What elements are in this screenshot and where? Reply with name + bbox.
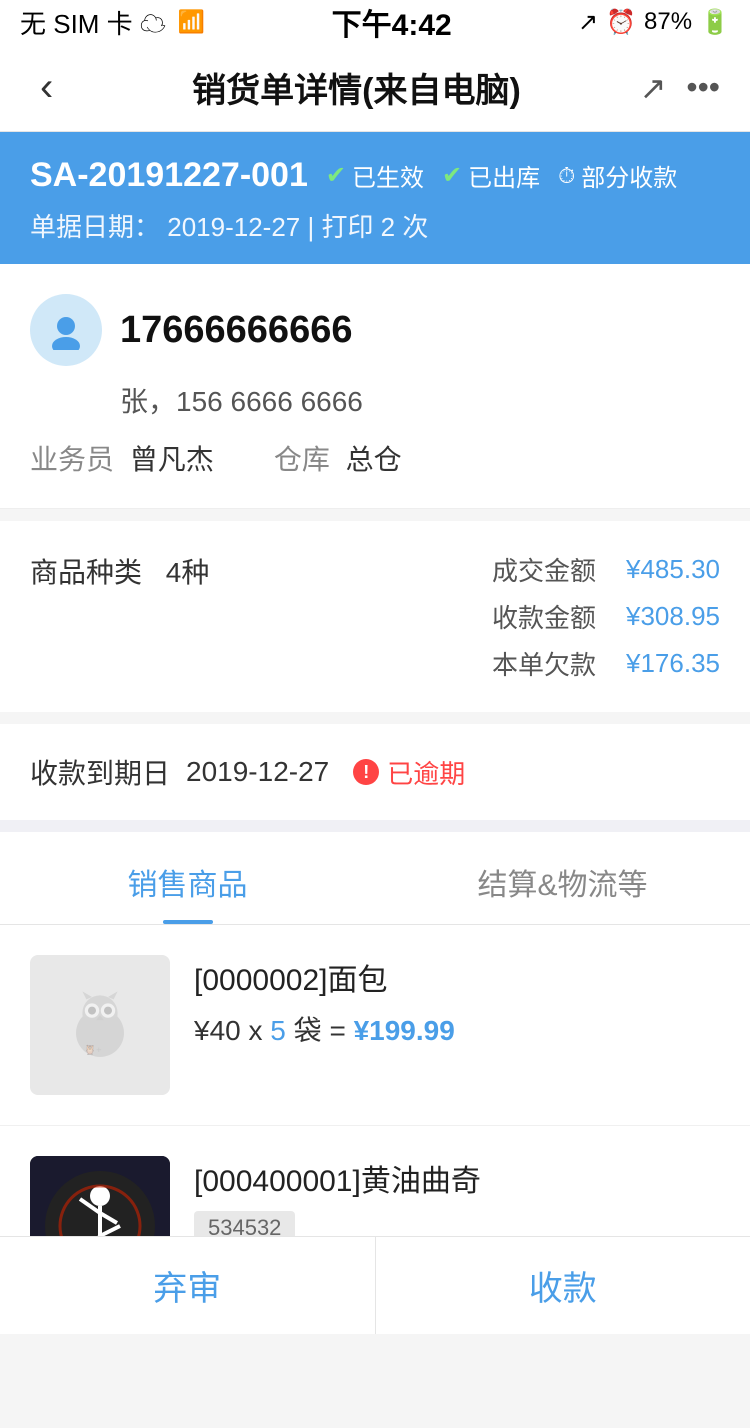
battery-level: 87% xyxy=(644,8,692,36)
share-icon[interactable]: ↗︎ xyxy=(640,69,667,107)
salesperson-label: 业务员 xyxy=(30,444,114,475)
list-item: 🦉+ [0000002]面包 ¥40 x 5 袋 = ¥199.99 xyxy=(0,925,750,1126)
product-quantity: 5 xyxy=(270,1015,286,1046)
product-name: [0000002]面包 xyxy=(194,955,720,999)
status-time: 下午4:42 xyxy=(332,0,452,44)
order-header-banner: SA-20191227-001 ✔ 已生效 ✔ 已出库 ⏱ 部分收款 单据日期：… xyxy=(0,132,750,264)
product-total: ¥199.99 xyxy=(354,1015,455,1046)
equals-symbol: = xyxy=(329,1015,353,1046)
product-thumbnail: 🦉+ xyxy=(30,955,170,1095)
svg-text:🦉+: 🦉+ xyxy=(84,1044,102,1056)
checkmark2-icon: ✔ xyxy=(442,161,462,190)
reject-button[interactable]: 弃审 xyxy=(0,1237,376,1334)
user-avatar-icon xyxy=(46,310,86,350)
tab-settlement[interactable]: 结算&物流等 xyxy=(375,832,750,924)
customer-name-phone: 张，156 6666 6666 xyxy=(30,380,720,420)
stats-left: 商品种类 4种 xyxy=(30,551,209,591)
received-value: ¥308.95 xyxy=(626,601,720,632)
customer-meta: 业务员 曾凡杰 仓库 总仓 xyxy=(30,438,720,478)
status-left: 无 SIM 卡 ☁ 📶 xyxy=(20,4,205,41)
due-section: 收款到期日 2019-12-27 ! 已逾期 xyxy=(0,724,750,832)
overdue-badge: ! 已逾期 xyxy=(353,754,465,791)
received-label: 收款金额 xyxy=(492,598,596,635)
customer-section: 17666666666 张，156 6666 6666 业务员 曾凡杰 仓库 总… xyxy=(0,264,750,509)
overdue-dot-icon: ! xyxy=(353,759,379,785)
status-partial-label: 部分收款 xyxy=(581,158,677,193)
print-info: | 打印 2 次 xyxy=(307,212,428,242)
product-price-row: ¥40 x 5 袋 = ¥199.99 xyxy=(194,1009,720,1049)
salesperson-value: 曾凡杰 xyxy=(130,444,214,475)
product-info: [0000002]面包 ¥40 x 5 袋 = ¥199.99 xyxy=(194,955,720,1049)
checkmark-icon: ✔ xyxy=(326,161,346,190)
status-bar: 无 SIM 卡 ☁ 📶 下午4:42 ↗ ⏰ 87% 🔋 xyxy=(0,0,750,44)
warehouse-label: 仓库 xyxy=(274,444,330,475)
due-date-value: 2019-12-27 xyxy=(186,756,329,788)
clock-icon: ⏱ xyxy=(558,163,575,189)
status-partial: ⏱ 部分收款 xyxy=(558,158,677,193)
order-id: SA-20191227-001 xyxy=(30,156,308,195)
category-label: 商品种类 xyxy=(30,557,142,588)
warehouse-field: 仓库 总仓 xyxy=(274,438,402,478)
customer-phone: 17666666666 xyxy=(120,309,352,352)
wifi-icon: 📶 xyxy=(178,9,205,35)
amount-label: 成交金额 xyxy=(492,551,596,588)
stats-section: 商品种类 4种 成交金额 ¥485.30 收款金额 ¥308.95 本单欠款 ¥… xyxy=(0,509,750,724)
page-title: 销货单详情(来自电脑) xyxy=(123,63,589,112)
more-icon[interactable]: ••• xyxy=(686,69,720,106)
owl-icon: 🦉+ xyxy=(60,985,140,1065)
alarm-icon: ⏰ xyxy=(606,8,636,37)
tab-products[interactable]: 销售商品 xyxy=(0,832,375,924)
due-field: 本单欠款 ¥176.35 xyxy=(492,645,720,682)
stats-right: 成交金额 ¥485.30 收款金额 ¥308.95 本单欠款 ¥176.35 xyxy=(492,551,720,682)
category-field: 商品种类 4种 xyxy=(30,551,209,591)
status-effective: ✔ 已生效 xyxy=(326,158,424,193)
product-price: ¥40 xyxy=(194,1015,241,1046)
category-value: 4种 xyxy=(166,557,210,588)
collect-button[interactable]: 收款 xyxy=(376,1237,750,1334)
back-button[interactable]: ‹ xyxy=(30,55,63,120)
multiply-symbol: x xyxy=(249,1015,271,1046)
product-name-2: [000400001]黄油曲奇 xyxy=(194,1156,720,1200)
overdue-label: 已逾期 xyxy=(387,754,465,791)
salesperson-field: 业务员 曾凡杰 xyxy=(30,438,214,478)
due-label: 本单欠款 xyxy=(492,645,596,682)
amount-field: 成交金额 ¥485.30 xyxy=(492,551,720,588)
amount-value: ¥485.30 xyxy=(626,554,720,585)
nav-actions: ↗︎ ••• xyxy=(640,69,720,107)
date-label: 单据日期： xyxy=(30,212,160,242)
status-effective-label: 已生效 xyxy=(352,158,424,193)
received-field: 收款金额 ¥308.95 xyxy=(492,598,720,635)
product-unit: 袋 xyxy=(294,1015,322,1046)
due-date-label: 收款到期日 xyxy=(30,752,170,792)
battery-icon: 🔋 xyxy=(700,8,730,37)
location-icon: ↗ xyxy=(578,8,598,37)
warehouse-value: 总仓 xyxy=(346,444,402,475)
nav-bar: ‹ 销货单详情(来自电脑) ↗︎ ••• xyxy=(0,44,750,132)
sim-status: 无 SIM 卡 ☁ xyxy=(20,4,166,41)
order-date: 2019-12-27 xyxy=(167,212,300,242)
status-right: ↗ ⏰ 87% 🔋 xyxy=(578,8,730,37)
due-value: ¥176.35 xyxy=(626,648,720,679)
avatar xyxy=(30,294,102,366)
status-shipped: ✔ 已出库 xyxy=(442,158,540,193)
tabs-section: 销售商品 结算&物流等 xyxy=(0,832,750,925)
status-shipped-label: 已出库 xyxy=(468,158,540,193)
bottom-bar: 弃审 收款 xyxy=(0,1236,750,1334)
